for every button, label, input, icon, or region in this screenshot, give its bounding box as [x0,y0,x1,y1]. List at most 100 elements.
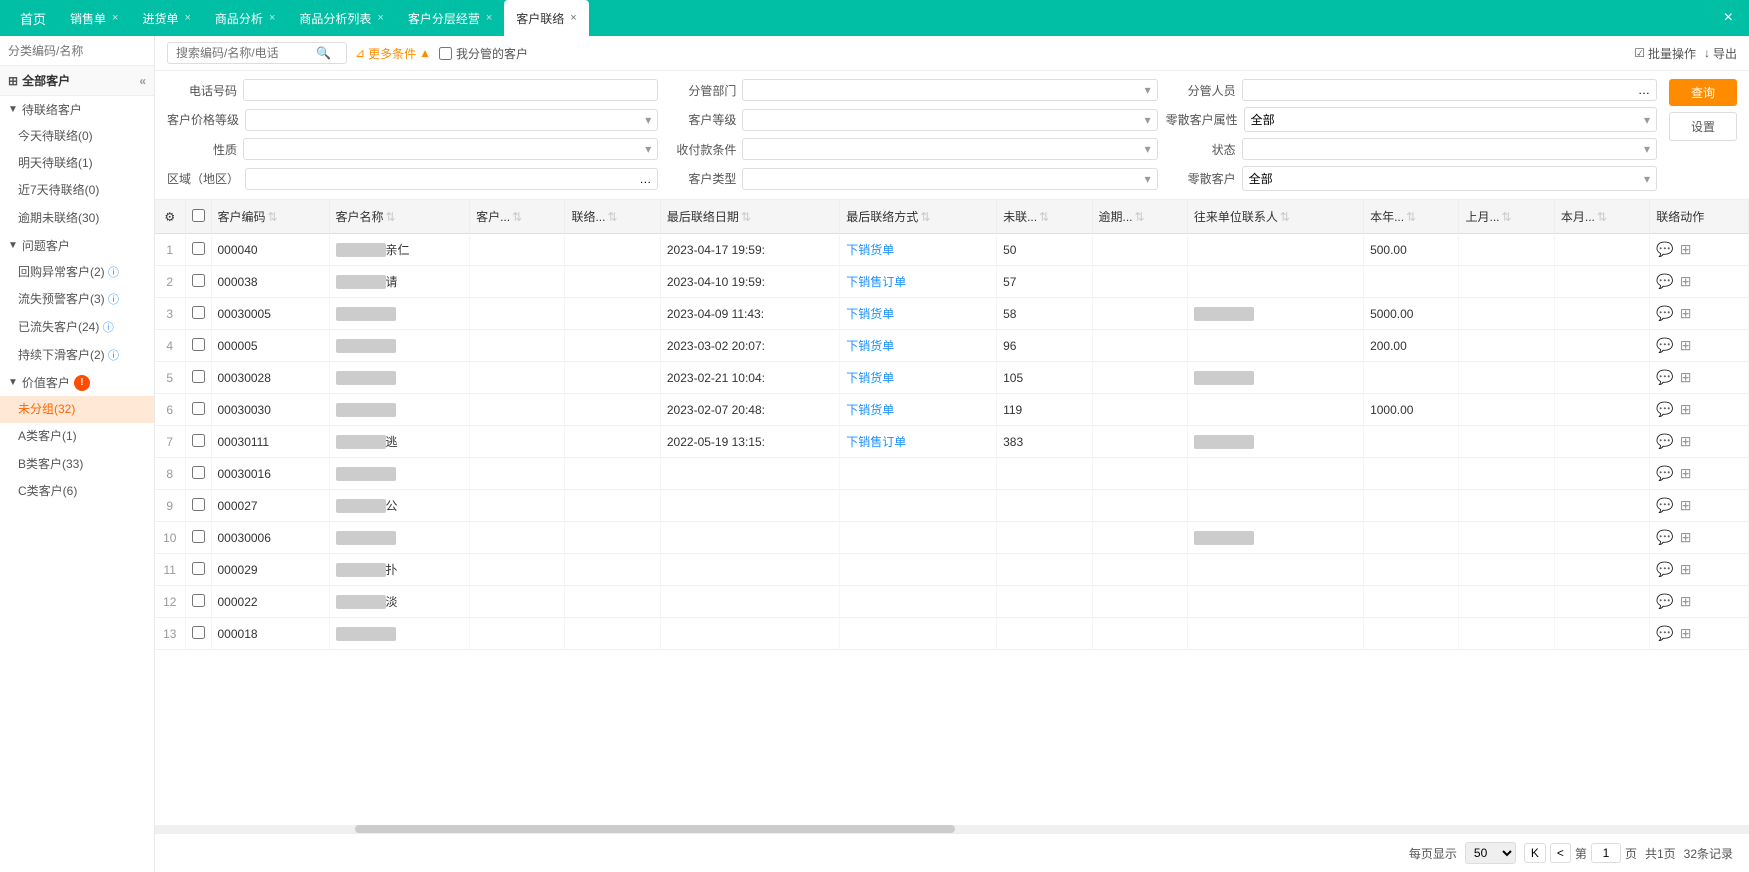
sidebar-item-lost[interactable]: 已流失客户(24) ⓘ [0,314,154,342]
row-checkbox[interactable] [185,234,211,266]
export-button[interactable]: ↓ 导出 [1704,45,1737,62]
search-input[interactable] [176,46,316,60]
sort-icon[interactable]: ⇅ [920,210,930,224]
qr-icon[interactable]: ⊞ [1680,465,1692,482]
row-checkbox[interactable] [185,522,211,554]
sidebar-item-class-a[interactable]: A类客户(1) [0,423,154,450]
sort-icon[interactable]: ⇅ [1280,210,1290,224]
nav-tab-customer-contact[interactable]: 客户联络 × [504,0,588,36]
phone-input[interactable] [243,79,658,101]
row-checkbox[interactable] [185,394,211,426]
sort-icon[interactable]: ⇅ [1502,210,1512,224]
close-icon[interactable]: × [269,12,275,24]
nav-tab-analysis[interactable]: 商品分析 × [203,0,287,36]
page-number-input[interactable] [1591,843,1621,863]
customer-tier-select[interactable]: ▾ [742,109,1157,131]
select-all-checkbox[interactable] [192,209,205,222]
row-checkbox[interactable] [185,362,211,394]
close-icon[interactable]: × [184,12,190,24]
sidebar-item-abnormal[interactable]: 回购异常客户(2) ⓘ [0,259,154,287]
select-all-header[interactable] [185,200,211,234]
region-input[interactable]: … [245,168,658,190]
prev-page-button[interactable]: < [1550,843,1571,863]
close-icon[interactable]: × [377,12,383,24]
message-icon[interactable]: 💬 [1656,241,1673,258]
sidebar-item-7days[interactable]: 近7天待联络(0) [0,177,154,204]
nature-select[interactable]: ▾ [243,138,658,160]
qr-icon[interactable]: ⊞ [1680,401,1692,418]
retail-attr-select[interactable]: 全部 ▾ [1244,107,1657,132]
sidebar-item-class-c[interactable]: C类客户(6) [0,478,154,505]
price-tier-select[interactable]: ▾ [245,109,658,131]
search-icon[interactable]: 🔍 [316,46,331,60]
close-icon[interactable]: × [112,12,118,24]
qr-icon[interactable]: ⊞ [1680,273,1692,290]
category-search-input[interactable] [8,44,155,58]
row-checkbox[interactable] [185,618,211,650]
message-icon[interactable]: 💬 [1656,465,1673,482]
per-page-select[interactable]: 50 100 200 [1465,842,1516,864]
query-button[interactable]: 查询 [1669,79,1737,106]
sort-icon[interactable]: ⇅ [1039,210,1049,224]
row-checkbox[interactable] [185,266,211,298]
row-checkbox[interactable] [185,426,211,458]
row-checkbox[interactable] [185,490,211,522]
qr-icon[interactable]: ⊞ [1680,497,1692,514]
qr-icon[interactable]: ⊞ [1680,529,1692,546]
dept-select[interactable]: ▾ [742,79,1157,101]
close-window-button[interactable]: × [1716,9,1741,27]
row-checkbox[interactable] [185,330,211,362]
group-problem-customers[interactable]: ▼ 问题客户 [0,232,154,259]
sidebar-item-tomorrow[interactable]: 明天待联络(1) [0,150,154,177]
message-icon[interactable]: 💬 [1656,433,1673,450]
message-icon[interactable]: 💬 [1656,401,1673,418]
message-icon[interactable]: 💬 [1656,369,1673,386]
row-checkbox[interactable] [185,298,211,330]
nav-tab-purchase[interactable]: 进货单 × [130,0,202,36]
nav-tab-analysis-list[interactable]: 商品分析列表 × [287,0,395,36]
retail-customer-select[interactable]: 全部 ▾ [1242,166,1657,191]
sort-icon[interactable]: ⇅ [741,210,751,224]
message-icon[interactable]: 💬 [1656,561,1673,578]
payment-select[interactable]: ▾ [742,138,1157,160]
collapse-icon[interactable]: « [139,74,146,88]
message-icon[interactable]: 💬 [1656,305,1673,322]
qr-icon[interactable]: ⊞ [1680,337,1692,354]
nav-home[interactable]: 首页 [8,0,58,36]
sidebar-item-ungroup[interactable]: 未分组(32) [0,396,154,423]
qr-icon[interactable]: ⊞ [1680,625,1692,642]
more-conditions-button[interactable]: ⊿ 更多条件 ▲ [355,45,431,62]
qr-icon[interactable]: ⊞ [1680,433,1692,450]
sidebar-item-class-b[interactable]: B类客户(33) [0,451,154,478]
settings-header[interactable]: ⚙ [155,200,185,234]
qr-icon[interactable]: ⊞ [1680,305,1692,322]
message-icon[interactable]: 💬 [1656,593,1673,610]
group-pending-contact[interactable]: ▼ 待联络客户 [0,96,154,123]
message-icon[interactable]: 💬 [1656,273,1673,290]
message-icon[interactable]: 💬 [1656,625,1673,642]
all-customers-header[interactable]: ⊞ 全部客户 « [0,66,154,96]
customer-type-select[interactable]: ▾ [742,168,1157,190]
qr-icon[interactable]: ⊞ [1680,561,1692,578]
sort-icon[interactable]: ⇅ [607,210,617,224]
close-icon[interactable]: × [486,12,492,24]
message-icon[interactable]: 💬 [1656,497,1673,514]
sidebar-item-today[interactable]: 今天待联络(0) [0,123,154,150]
sort-icon[interactable]: ⇅ [386,210,396,224]
manager-input[interactable]: … [1242,79,1657,101]
close-icon[interactable]: × [570,12,576,24]
batch-ops-button[interactable]: ☑ 批量操作 [1634,45,1696,62]
sort-icon[interactable]: ⇅ [1597,210,1607,224]
nav-tab-sales[interactable]: 销售单 × [58,0,130,36]
message-icon[interactable]: 💬 [1656,529,1673,546]
first-page-button[interactable]: K [1524,843,1546,863]
qr-icon[interactable]: ⊞ [1680,593,1692,610]
sidebar-item-warning[interactable]: 流失预警客户(3) ⓘ [0,286,154,314]
sidebar-item-declining[interactable]: 持续下滑客户(2) ⓘ [0,342,154,370]
status-select[interactable]: ▾ [1242,138,1657,160]
qr-icon[interactable]: ⊞ [1680,241,1692,258]
sort-icon[interactable]: ⇅ [512,210,522,224]
sort-icon[interactable]: ⇅ [268,210,278,224]
sort-icon[interactable]: ⇅ [1135,210,1145,224]
row-checkbox[interactable] [185,554,211,586]
